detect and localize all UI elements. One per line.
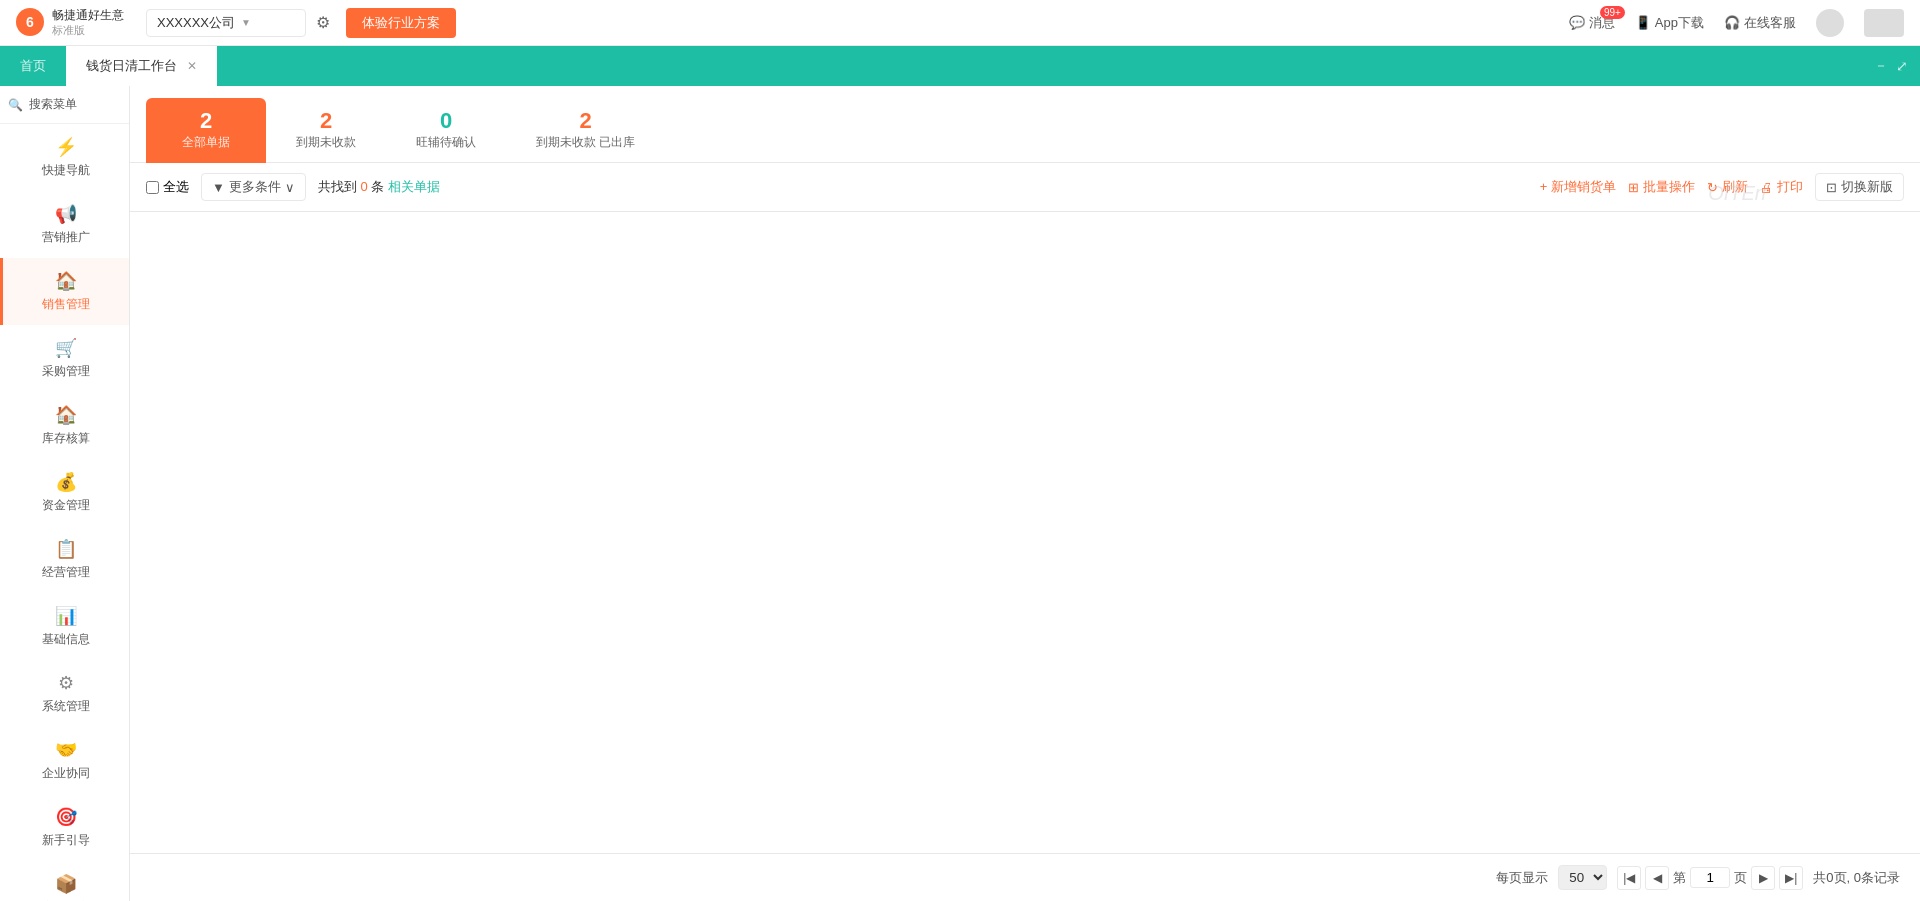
- settings-icon[interactable]: ⚙: [316, 13, 330, 32]
- cooperation-icon: 🤝: [55, 739, 77, 761]
- print-icon: 🖨: [1760, 180, 1773, 195]
- tab-close-icon[interactable]: ✕: [187, 59, 197, 73]
- quick-nav-icon: ⚡: [55, 136, 77, 158]
- online-service-button[interactable]: 🎧 在线客服: [1724, 14, 1796, 32]
- sidebar: 🔍 搜索菜单 ⚡ 快捷导航 📢 营销推广 🏠 销售管理 🛒 采购管理 🏠 库存核…: [0, 86, 130, 901]
- tab-maximize-icon[interactable]: ⤢: [1896, 58, 1908, 74]
- print-button[interactable]: 🖨 打印: [1760, 178, 1803, 196]
- finance-icon: 💰: [55, 471, 77, 493]
- content-area: 2 全部单据 2 到期未收款 0 旺辅待确认 2 到期未收款 已出库 全选: [130, 86, 1920, 901]
- sidebar-item-finance[interactable]: 💰 资金管理: [0, 459, 129, 526]
- service-icon: 🎧: [1724, 15, 1740, 30]
- message-icon: 💬: [1569, 15, 1585, 30]
- app-center-icon: 📦: [55, 873, 77, 895]
- switch-icon: ⊡: [1826, 180, 1837, 195]
- total-info: 共0页, 0条记录: [1813, 869, 1900, 887]
- page-number-input[interactable]: [1690, 867, 1730, 888]
- top-header: 6 畅捷通好生意 标准版 XXXXXX公司 ▼ ⚙ 体验行业方案 💬 消息 99…: [0, 0, 1920, 46]
- prev-page-button[interactable]: ◀: [1645, 866, 1669, 890]
- table-area: [130, 212, 1920, 853]
- sidebar-item-cooperation[interactable]: 🤝 企业协同: [0, 727, 129, 794]
- operation-icon: 📋: [55, 538, 77, 560]
- tab-workbench[interactable]: 钱货日清工作台 ✕: [66, 46, 217, 86]
- refresh-icon: ↻: [1707, 180, 1718, 195]
- batch-action-button[interactable]: ⊞ 批量操作: [1628, 178, 1695, 196]
- search-icon: 🔍: [8, 98, 23, 112]
- filter-icon: ▼: [212, 180, 225, 195]
- system-icon: ⚙: [58, 672, 74, 694]
- main-layout: 🔍 搜索菜单 ⚡ 快捷导航 📢 营销推广 🏠 销售管理 🛒 采购管理 🏠 库存核…: [0, 86, 1920, 901]
- per-page-select[interactable]: 50: [1558, 865, 1607, 890]
- status-card-wangpu[interactable]: 0 旺辅待确认: [386, 98, 506, 162]
- sidebar-item-system[interactable]: ⚙ 系统管理: [0, 660, 129, 727]
- pagination: 每页显示 50 |◀ ◀ 第 页 ▶ ▶| 共0页, 0条记录: [130, 853, 1920, 901]
- logo-area: 6 畅捷通好生意 标准版: [16, 8, 146, 38]
- sidebar-item-operation[interactable]: 📋 经营管理: [0, 526, 129, 593]
- filter-button[interactable]: ▼ 更多条件 ∨: [201, 173, 306, 201]
- tab-bar: 首页 钱货日清工作台 ✕ － ⤢: [0, 46, 1920, 86]
- message-badge: 99+: [1600, 6, 1625, 19]
- basic-info-icon: 📊: [55, 605, 77, 627]
- chevron-down-icon: ▼: [241, 17, 251, 28]
- sidebar-search[interactable]: 🔍 搜索菜单: [0, 86, 129, 124]
- sidebar-item-guide[interactable]: 🎯 新手引导: [0, 794, 129, 861]
- message-button[interactable]: 💬 消息 99+: [1569, 14, 1615, 32]
- status-card-shipped[interactable]: 2 到期未收款 已出库: [506, 98, 665, 162]
- filter-chevron-icon: ∨: [285, 180, 295, 195]
- tab-controls: － ⤢: [1862, 57, 1920, 75]
- tab-home[interactable]: 首页: [0, 46, 66, 86]
- add-sale-button[interactable]: + 新增销货单: [1540, 178, 1616, 196]
- logo-icon: 6: [16, 8, 44, 36]
- sidebar-item-basic-info[interactable]: 📊 基础信息: [0, 593, 129, 660]
- switch-version-button[interactable]: ⊡ 切换新版: [1815, 173, 1904, 201]
- company-select[interactable]: XXXXXX公司 ▼: [146, 9, 306, 37]
- toolbar-right: + 新增销货单 ⊞ 批量操作 ↻ 刷新 🖨 打印 ⊡ 切换新版: [1540, 173, 1904, 201]
- trial-button[interactable]: 体验行业方案: [346, 8, 456, 38]
- user-name: [1864, 9, 1904, 37]
- sidebar-item-purchase[interactable]: 🛒 采购管理: [0, 325, 129, 392]
- guide-icon: 🎯: [55, 806, 77, 828]
- header-right: 💬 消息 99+ 📱 App下载 🎧 在线客服: [1569, 9, 1904, 37]
- last-page-button[interactable]: ▶|: [1779, 866, 1803, 890]
- status-card-overdue[interactable]: 2 到期未收款: [266, 98, 386, 162]
- refresh-button[interactable]: ↻ 刷新: [1707, 178, 1748, 196]
- download-icon: 📱: [1635, 15, 1651, 30]
- select-all-checkbox[interactable]: 全选: [146, 178, 189, 196]
- checkbox-input[interactable]: [146, 181, 159, 194]
- status-card-all[interactable]: 2 全部单据: [146, 98, 266, 163]
- tab-minimize-icon[interactable]: －: [1874, 57, 1888, 75]
- first-page-button[interactable]: |◀: [1617, 866, 1641, 890]
- sidebar-item-marketing[interactable]: 📢 营销推广: [0, 191, 129, 258]
- page-nav: |◀ ◀ 第 页 ▶ ▶|: [1617, 866, 1803, 890]
- sales-icon: 🏠: [55, 270, 77, 292]
- app-download-button[interactable]: 📱 App下载: [1635, 14, 1704, 32]
- related-link[interactable]: 相关单据: [388, 179, 440, 194]
- toolbar: 全选 ▼ 更多条件 ∨ 共找到 0 条 相关单据 + 新增销货单 ⊞ 批量操作: [130, 163, 1920, 212]
- purchase-icon: 🛒: [55, 337, 77, 359]
- sidebar-item-inventory[interactable]: 🏠 库存核算: [0, 392, 129, 459]
- avatar[interactable]: [1816, 9, 1844, 37]
- next-page-button[interactable]: ▶: [1751, 866, 1775, 890]
- logo-text: 畅捷通好生意 标准版: [52, 8, 124, 38]
- sidebar-item-quick-nav[interactable]: ⚡ 快捷导航: [0, 124, 129, 191]
- marketing-icon: 📢: [55, 203, 77, 225]
- sidebar-item-sales[interactable]: 🏠 销售管理: [0, 258, 129, 325]
- inventory-icon: 🏠: [55, 404, 77, 426]
- batch-icon: ⊞: [1628, 180, 1639, 195]
- status-cards: 2 全部单据 2 到期未收款 0 旺辅待确认 2 到期未收款 已出库: [130, 86, 1920, 163]
- found-text: 共找到 0 条 相关单据: [318, 178, 440, 196]
- sidebar-item-app-center[interactable]: 📦 应用中心: [0, 861, 129, 901]
